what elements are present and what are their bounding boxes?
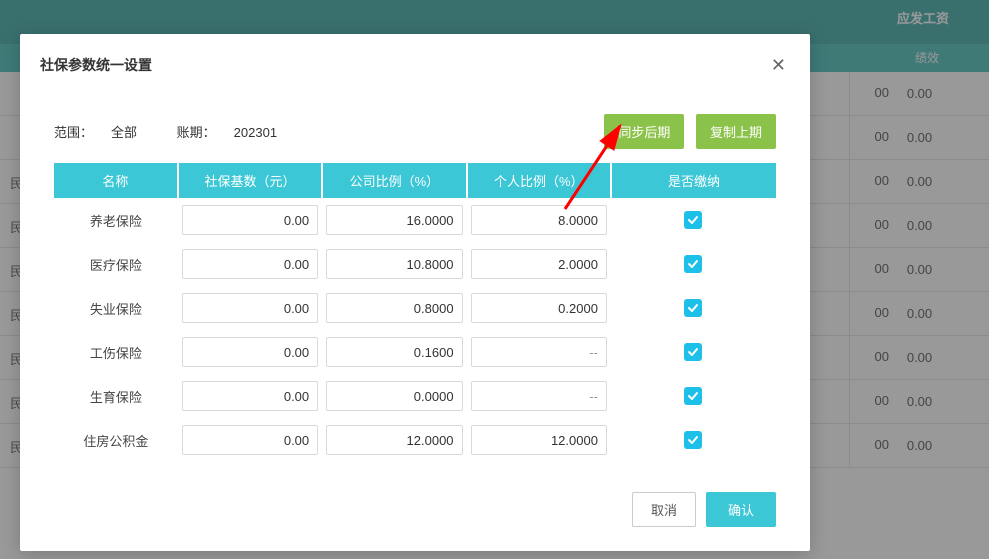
base-input[interactable] xyxy=(182,205,318,235)
check-icon xyxy=(687,434,699,446)
check-icon xyxy=(687,346,699,358)
personal-rate-input[interactable] xyxy=(471,205,607,235)
check-icon xyxy=(687,390,699,402)
close-button[interactable]: ✕ xyxy=(767,52,790,78)
th-company: 公司比例（%） xyxy=(322,163,466,198)
th-personal: 个人比例（%） xyxy=(467,163,611,198)
check-icon xyxy=(687,258,699,270)
modal-footer: 取消 确认 xyxy=(54,492,776,527)
company-rate-input[interactable] xyxy=(326,381,462,411)
row-name: 养老保险 xyxy=(54,198,178,242)
row-name: 失业保险 xyxy=(54,286,178,330)
base-input[interactable] xyxy=(182,425,318,455)
th-name: 名称 xyxy=(54,163,178,198)
company-rate-input[interactable] xyxy=(326,249,462,279)
modal-body: 范围：全部 账期：202301 同步后期 复制上期 名称 社保基数（元） 公司比… xyxy=(20,114,810,527)
modal-info: 范围：全部 账期：202301 xyxy=(54,122,313,141)
social-insurance-settings-modal: 社保参数统一设置 ✕ 范围：全部 账期：202301 同步后期 复制上期 名称 … xyxy=(20,34,810,551)
company-rate-input[interactable] xyxy=(326,337,462,367)
row-name: 工伤保险 xyxy=(54,330,178,374)
modal-header: 社保参数统一设置 ✕ xyxy=(20,34,810,92)
personal-rate-input[interactable] xyxy=(471,425,607,455)
sync-later-button[interactable]: 同步后期 xyxy=(604,114,684,149)
personal-rate-input[interactable] xyxy=(471,293,607,323)
personal-rate-input[interactable] xyxy=(471,381,607,411)
personal-rate-input[interactable] xyxy=(471,337,607,367)
pay-checkbox[interactable] xyxy=(684,431,702,449)
table-row: 住房公积金 xyxy=(54,418,776,462)
cancel-button[interactable]: 取消 xyxy=(632,492,696,527)
copy-prev-button[interactable]: 复制上期 xyxy=(696,114,776,149)
personal-rate-input[interactable] xyxy=(471,249,607,279)
insurance-table: 名称 社保基数（元） 公司比例（%） 个人比例（%） 是否缴纳 养老保险医疗保险… xyxy=(54,163,776,462)
row-name: 医疗保险 xyxy=(54,242,178,286)
range-info: 范围：全部 xyxy=(54,125,155,140)
company-rate-input[interactable] xyxy=(326,293,462,323)
pay-checkbox[interactable] xyxy=(684,387,702,405)
table-row: 生育保险 xyxy=(54,374,776,418)
modal-top-row: 范围：全部 账期：202301 同步后期 复制上期 xyxy=(54,114,776,149)
check-icon xyxy=(687,302,699,314)
company-rate-input[interactable] xyxy=(326,205,462,235)
table-row: 失业保险 xyxy=(54,286,776,330)
table-row: 工伤保险 xyxy=(54,330,776,374)
confirm-button[interactable]: 确认 xyxy=(706,492,776,527)
pay-checkbox[interactable] xyxy=(684,255,702,273)
table-row: 养老保险 xyxy=(54,198,776,242)
check-icon xyxy=(687,214,699,226)
base-input[interactable] xyxy=(182,381,318,411)
base-input[interactable] xyxy=(182,337,318,367)
modal-title: 社保参数统一设置 xyxy=(40,55,152,75)
pay-checkbox[interactable] xyxy=(684,343,702,361)
base-input[interactable] xyxy=(182,249,318,279)
base-input[interactable] xyxy=(182,293,318,323)
period-info: 账期：202301 xyxy=(177,125,295,140)
th-pay: 是否缴纳 xyxy=(611,163,776,198)
th-base: 社保基数（元） xyxy=(178,163,322,198)
row-name: 生育保险 xyxy=(54,374,178,418)
top-buttons: 同步后期 复制上期 xyxy=(596,114,776,149)
company-rate-input[interactable] xyxy=(326,425,462,455)
pay-checkbox[interactable] xyxy=(684,211,702,229)
pay-checkbox[interactable] xyxy=(684,299,702,317)
table-row: 医疗保险 xyxy=(54,242,776,286)
row-name: 住房公积金 xyxy=(54,418,178,462)
close-icon: ✕ xyxy=(771,55,786,75)
